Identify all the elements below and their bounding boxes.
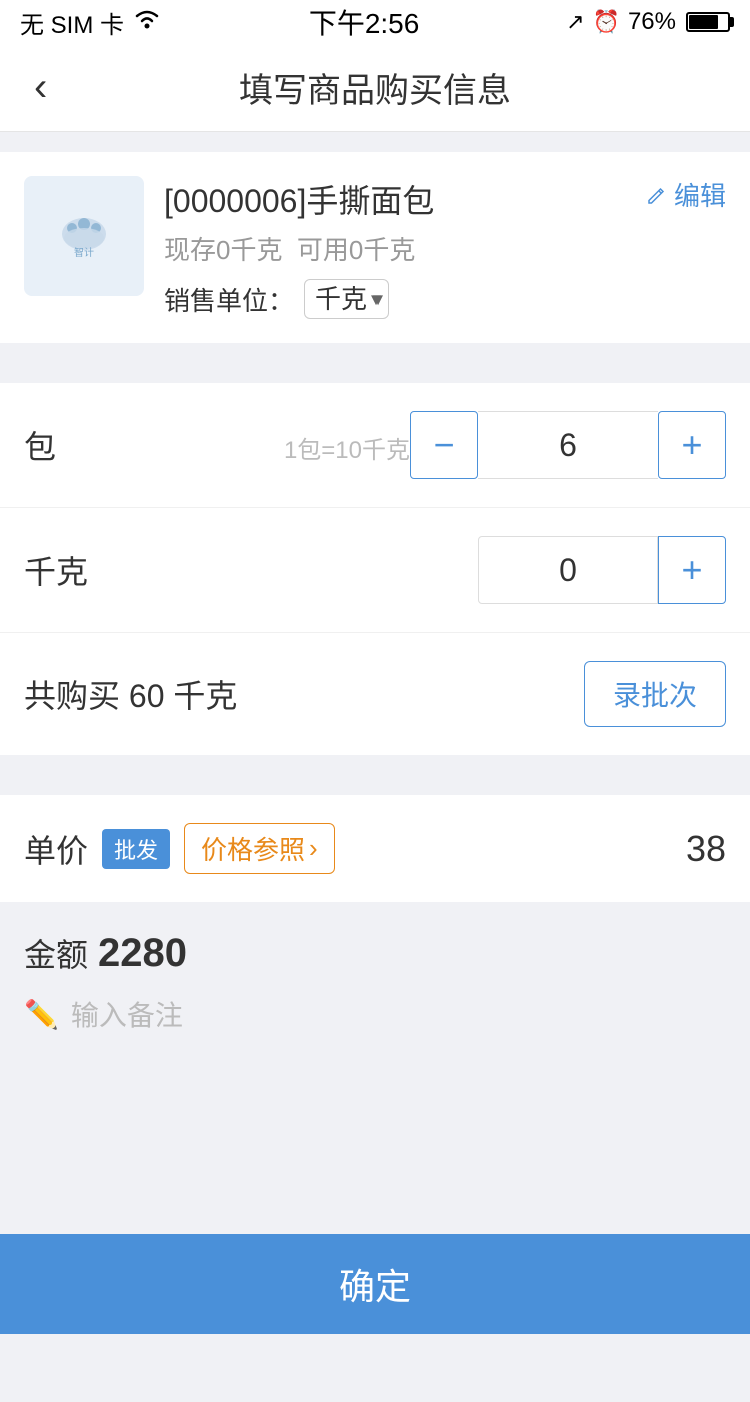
status-time: 下午2:56 [309, 2, 420, 42]
carrier-text: 无 SIM 卡 [20, 5, 124, 40]
kg-row: 千克 + [0, 508, 750, 633]
package-decrease-button[interactable]: − [410, 411, 478, 479]
battery-percent: 76% [628, 8, 676, 36]
empty-area [0, 1062, 750, 1402]
price-label: 单价 [24, 826, 88, 872]
status-right-group: ↗ ⏰ 76% [566, 8, 730, 36]
product-unit-row: 销售单位： 千克 ▾ [164, 279, 726, 319]
remark-icon: ✏️ [24, 998, 59, 1031]
product-section: 智计 [0000006]手撕面包 现存0千克 可用0千克 销售单位： 千克 ▾ [24, 176, 726, 319]
unit-select-wrap[interactable]: 千克 ▾ [304, 279, 389, 319]
location-icon: ↗ [566, 9, 584, 35]
batch-button[interactable]: 录批次 [584, 661, 726, 727]
price-left: 单价 批发 价格参照 › [24, 823, 335, 874]
package-input[interactable] [478, 411, 658, 479]
amount-row: 金额 2280 [24, 930, 726, 976]
remark-row[interactable]: ✏️ 输入备注 [24, 994, 726, 1034]
edit-button[interactable]: 编辑 [646, 176, 726, 213]
back-button[interactable]: ‹ [24, 55, 57, 120]
package-increase-button[interactable]: + [658, 411, 726, 479]
amount-label: 金额 [24, 930, 88, 976]
package-hint: 1包=10千克 [284, 430, 410, 465]
kg-input[interactable] [478, 536, 658, 604]
total-label: 共购买 60 千克 [24, 671, 237, 717]
svg-text:智计: 智计 [74, 246, 94, 259]
amount-value: 2280 [98, 931, 187, 976]
page-title: 填写商品购买信息 [239, 63, 511, 112]
price-section: 单价 批发 价格参照 › 38 [0, 795, 750, 902]
status-carrier: 无 SIM 卡 [20, 5, 162, 40]
product-image: 智计 [24, 176, 144, 296]
remark-placeholder: 输入备注 [71, 994, 183, 1034]
kg-label: 千克 [24, 554, 88, 590]
quantity-section: 包 1包=10千克 − + 千克 + 共购买 60 千克 录批次 [0, 383, 750, 755]
price-value: 38 [686, 828, 726, 870]
status-bar: 无 SIM 卡 下午2:56 ↗ ⏰ 76% [0, 0, 750, 44]
unit-select[interactable]: 千克 [304, 279, 389, 319]
product-stock: 现存0千克 可用0千克 [164, 230, 726, 267]
alarm-icon: ⏰ [593, 9, 620, 35]
confirm-button[interactable]: 确定 [0, 1234, 750, 1334]
package-controls: − + [410, 411, 726, 479]
nav-bar: ‹ 填写商品购买信息 [0, 44, 750, 132]
product-name: [0000006]手撕面包 [164, 176, 726, 222]
price-row: 单价 批发 价格参照 › 38 [24, 823, 726, 874]
package-label: 包 [24, 422, 264, 468]
battery-icon [686, 12, 730, 32]
kg-controls: + [478, 536, 726, 604]
kg-increase-button[interactable]: + [658, 536, 726, 604]
price-tag: 批发 [102, 829, 170, 869]
total-row: 共购买 60 千克 录批次 [0, 633, 750, 755]
wifi-icon [132, 8, 162, 37]
amount-section: 金额 2280 ✏️ 输入备注 [0, 902, 750, 1062]
product-info: [0000006]手撕面包 现存0千克 可用0千克 销售单位： 千克 ▾ [164, 176, 726, 319]
package-row: 包 1包=10千克 − + [0, 383, 750, 508]
price-ref-button[interactable]: 价格参照 › [184, 823, 335, 874]
